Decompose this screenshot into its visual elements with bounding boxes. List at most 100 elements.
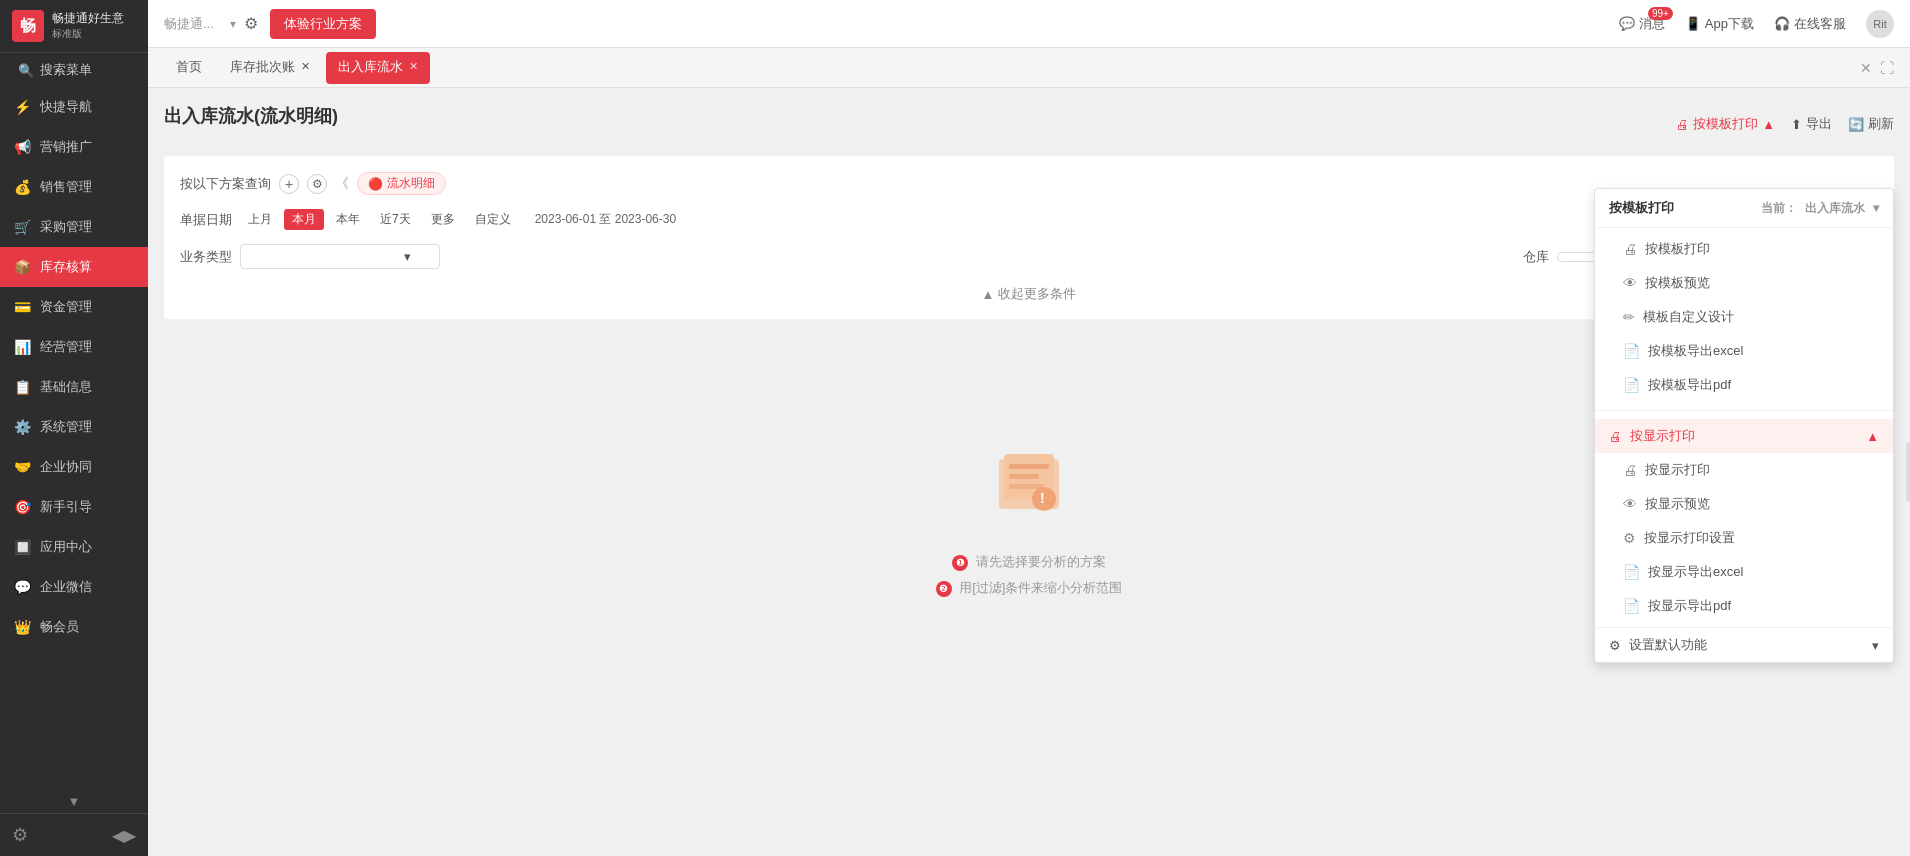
user-dropdown-chevron-icon[interactable]: ▾ — [230, 17, 236, 31]
sidebar-item-quick-nav[interactable]: ⚡ 快捷导航 — [0, 87, 148, 127]
dropdown-display-preview-item[interactable]: 👁 按显示预览 — [1595, 487, 1893, 521]
sidebar-item-wechat[interactable]: 💬 企业微信 — [0, 567, 148, 607]
dropdown-footer[interactable]: ⚙ 设置默认功能 ▾ — [1595, 627, 1893, 662]
display-export-pdf-label: 按显示导出pdf — [1648, 597, 1731, 615]
dropdown-template-preview-item[interactable]: 👁 按模板预览 — [1595, 266, 1893, 300]
sidebar-scroll-down[interactable]: ▼ — [0, 790, 148, 813]
collapse-up-icon: ▲ — [982, 287, 995, 302]
sidebar-item-label: 采购管理 — [40, 218, 92, 236]
svg-rect-2 — [1009, 464, 1049, 469]
flow-detail-tag: 🔴 流水明细 — [357, 172, 446, 195]
system-icon: ⚙️ — [12, 417, 32, 437]
sidebar-item-finance[interactable]: 💳 资金管理 — [0, 287, 148, 327]
sidebar-item-member[interactable]: 👑 畅会员 — [0, 607, 148, 647]
refresh-label: 刷新 — [1868, 115, 1894, 133]
sidebar-item-cooperation[interactable]: 🤝 企业协同 — [0, 447, 148, 487]
marketing-icon: 📢 — [12, 137, 32, 157]
sidebar: 畅 畅捷通好生意 标准版 🔍 搜索菜单 ⚡ 快捷导航 📢 营销推广 💰 销售管理… — [0, 0, 148, 856]
tab-close-all-icon[interactable]: ✕ — [1860, 60, 1872, 76]
filter-settings-button[interactable]: ⚙ — [307, 174, 327, 194]
sidebar-item-label: 经营管理 — [40, 338, 92, 356]
search-menu[interactable]: 🔍 搜索菜单 — [0, 53, 148, 87]
dropdown-template-custom-item[interactable]: ✏ 模板自定义设计 — [1595, 300, 1893, 334]
template-export-pdf-label: 按模板导出pdf — [1648, 376, 1731, 394]
tab-batch-account-close-icon[interactable]: ✕ — [301, 60, 310, 73]
flow-detail-tag-label: 流水明细 — [387, 175, 435, 192]
display-excel-icon: 📄 — [1623, 564, 1640, 580]
tab-inout-flow-label: 出入库流水 — [338, 58, 403, 76]
message-action[interactable]: 💬 消息 99+ — [1619, 15, 1665, 33]
tab-home-label: 首页 — [176, 58, 202, 76]
sidebar-item-label: 系统管理 — [40, 418, 92, 436]
sidebar-item-label: 库存核算 — [40, 258, 92, 276]
page-title: 出入库流水(流水明细) — [164, 104, 338, 128]
sidebar-item-label: 营销推广 — [40, 138, 92, 156]
warehouse-label: 仓库 — [1523, 248, 1549, 266]
dropdown-template-export-pdf-item[interactable]: 📄 按模板导出pdf — [1595, 368, 1893, 402]
excel-icon: 📄 — [1623, 343, 1640, 359]
last-7days-button[interactable]: 近7天 — [372, 209, 419, 230]
biz-type-chevron-icon: ▾ — [404, 249, 411, 264]
tab-inout-flow[interactable]: 出入库流水 ✕ — [326, 52, 430, 84]
last-month-button[interactable]: 上月 — [240, 209, 280, 230]
tab-inout-flow-close-icon[interactable]: ✕ — [409, 60, 418, 73]
collapse-button[interactable]: ▲ 收起更多条件 — [982, 285, 1077, 303]
custom-date-button[interactable]: 自定义 — [467, 209, 519, 230]
sidebar-item-sales[interactable]: 💰 销售管理 — [0, 167, 148, 207]
pdf-icon: 📄 — [1623, 377, 1640, 393]
print-template-button[interactable]: 🖨 按模板打印 ▲ — [1676, 115, 1775, 133]
print-template-label: 按模板打印 — [1693, 115, 1758, 133]
dropdown-current-label: 当前： — [1761, 200, 1797, 217]
scroll-indicator[interactable] — [1906, 442, 1910, 502]
sidebar-item-label: 企业协同 — [40, 458, 92, 476]
biz-type-select[interactable]: ▾ — [240, 244, 440, 269]
dropdown-chevron-icon[interactable]: ▾ — [1873, 201, 1879, 215]
tab-home[interactable]: 首页 — [164, 52, 214, 84]
export-button[interactable]: ⬆ 导出 — [1791, 115, 1832, 133]
settings-icon[interactable]: ⚙ — [12, 824, 28, 846]
svg-rect-3 — [1009, 474, 1039, 479]
topbar-left: 畅捷通... ▾ ⚙ 体验行业方案 — [164, 9, 1619, 39]
member-icon: 👑 — [12, 617, 32, 637]
sidebar-item-base-info[interactable]: 📋 基础信息 — [0, 367, 148, 407]
empty-tip-1: ❶ 请先选择要分析的方案 — [936, 549, 1123, 575]
more-date-button[interactable]: 更多 — [423, 209, 463, 230]
app-download-label: App下载 — [1705, 15, 1754, 33]
app-download-action[interactable]: 📱 App下载 — [1685, 15, 1754, 33]
sidebar-item-marketing[interactable]: 📢 营销推广 — [0, 127, 148, 167]
refresh-button[interactable]: 🔄 刷新 — [1848, 115, 1894, 133]
this-year-button[interactable]: 本年 — [328, 209, 368, 230]
sidebar-item-app-center[interactable]: 🔲 应用中心 — [0, 527, 148, 567]
user-avatar[interactable]: Rit — [1866, 10, 1894, 38]
sidebar-toggle-icon[interactable]: ◀▶ — [112, 826, 136, 845]
dropdown-display-export-pdf-item[interactable]: 📄 按显示导出pdf — [1595, 589, 1893, 623]
dropdown-display-export-excel-item[interactable]: 📄 按显示导出excel — [1595, 555, 1893, 589]
trial-industry-button[interactable]: 体验行业方案 — [270, 9, 376, 39]
sidebar-item-system[interactable]: ⚙️ 系统管理 — [0, 407, 148, 447]
sidebar-item-inventory[interactable]: 📦 库存核算 — [0, 247, 148, 287]
sidebar-item-label: 畅会员 — [40, 618, 79, 636]
sidebar-item-operations[interactable]: 📊 经营管理 — [0, 327, 148, 367]
sidebar-item-purchase[interactable]: 🛒 采购管理 — [0, 207, 148, 247]
display-pdf-icon: 📄 — [1623, 598, 1640, 614]
biz-type-label: 业务类型 — [180, 248, 232, 266]
export-label: 导出 — [1806, 115, 1832, 133]
dropdown-display-print-header[interactable]: 🖨 按显示打印 ▲ — [1595, 419, 1893, 453]
dropdown-display-print-item[interactable]: 🖨 按显示打印 — [1595, 453, 1893, 487]
filter-add-button[interactable]: + — [279, 174, 299, 194]
tab-expand-icon[interactable]: ⛶ — [1880, 60, 1894, 76]
tab-batch-account[interactable]: 库存批次账 ✕ — [218, 52, 322, 84]
dropdown-template-print-item[interactable]: 🖨 按模板打印 — [1595, 232, 1893, 266]
guide-icon: 🎯 — [12, 497, 32, 517]
this-month-button[interactable]: 本月 — [284, 209, 324, 230]
dropdown-template-export-excel-item[interactable]: 📄 按模板导出excel — [1595, 334, 1893, 368]
online-service-action[interactable]: 🎧 在线客服 — [1774, 15, 1846, 33]
message-icon: 💬 — [1619, 16, 1635, 31]
sidebar-item-guide[interactable]: 🎯 新手引导 — [0, 487, 148, 527]
filter-collapse-icon[interactable]: 《 — [335, 175, 349, 193]
search-menu-label: 搜索菜单 — [40, 61, 92, 79]
dropdown-display-print-settings-item[interactable]: ⚙ 按显示打印设置 — [1595, 521, 1893, 555]
topbar: 畅捷通... ▾ ⚙ 体验行业方案 💬 消息 99+ 📱 App下载 🎧 在线客… — [148, 0, 1910, 48]
user-name-text: 畅捷通... — [164, 15, 214, 33]
topbar-settings-icon[interactable]: ⚙ — [244, 14, 258, 33]
